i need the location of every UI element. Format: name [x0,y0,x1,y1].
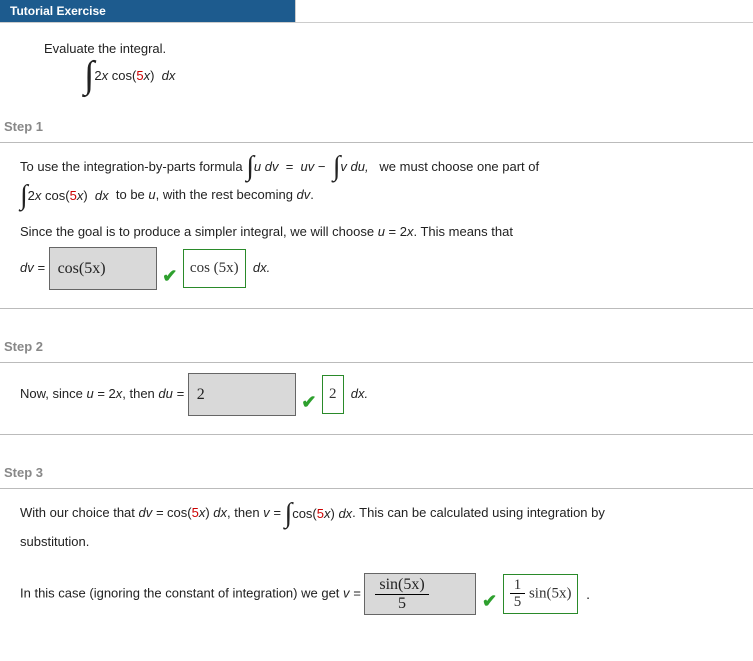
step1-line2: ∫ 2x cos(5x) dx to be u, with the rest b… [20,181,733,210]
trailing-dot: . [582,586,590,602]
integral-icon: ∫ [333,157,341,177]
check-icon: ✔ [301,383,316,423]
answer-input-dv[interactable]: cos(5x) [49,247,157,290]
step1-answer-row: dv = cos(5x) ✔ cos (5x) dx. [20,247,733,290]
step2-heading: Step 2 [0,339,753,354]
check-icon: ✔ [482,582,497,622]
integral-expression: ∫ 2x cos(5x) dx [84,62,175,89]
correct-answer-dv: cos (5x) [183,249,246,288]
answer-input-v[interactable]: sin(5x) 5 [364,573,476,615]
integral-icon: ∫ [246,157,254,177]
answer-input-du[interactable]: 2 [188,373,296,416]
check-icon: ✔ [162,257,177,297]
step1-line1: To use the integration-by-parts formula … [20,153,733,182]
integral-icon: ∫ [20,186,28,206]
integral-icon: ∫ [84,62,94,89]
correct-answer-du: 2 [322,375,344,414]
prompt-text: Evaluate the integral. [44,41,729,56]
step3-line1b: substitution. [20,528,733,557]
integral-icon: ∫ [285,504,293,524]
step1-line3: Since the goal is to produce a simpler i… [20,218,733,247]
section-banner: Tutorial Exercise [0,0,296,22]
step3-line1: With our choice that dv = cos(5x) dx, th… [20,499,733,528]
step2-line: Now, since u = 2x, then du = 2 ✔ 2 dx. [20,373,733,416]
step3-heading: Step 3 [0,465,753,480]
step1-heading: Step 1 [0,119,753,134]
step3-answer-row: In this case (ignoring the constant of i… [20,573,733,615]
correct-answer-v: 1 5 sin(5x) [503,574,579,614]
